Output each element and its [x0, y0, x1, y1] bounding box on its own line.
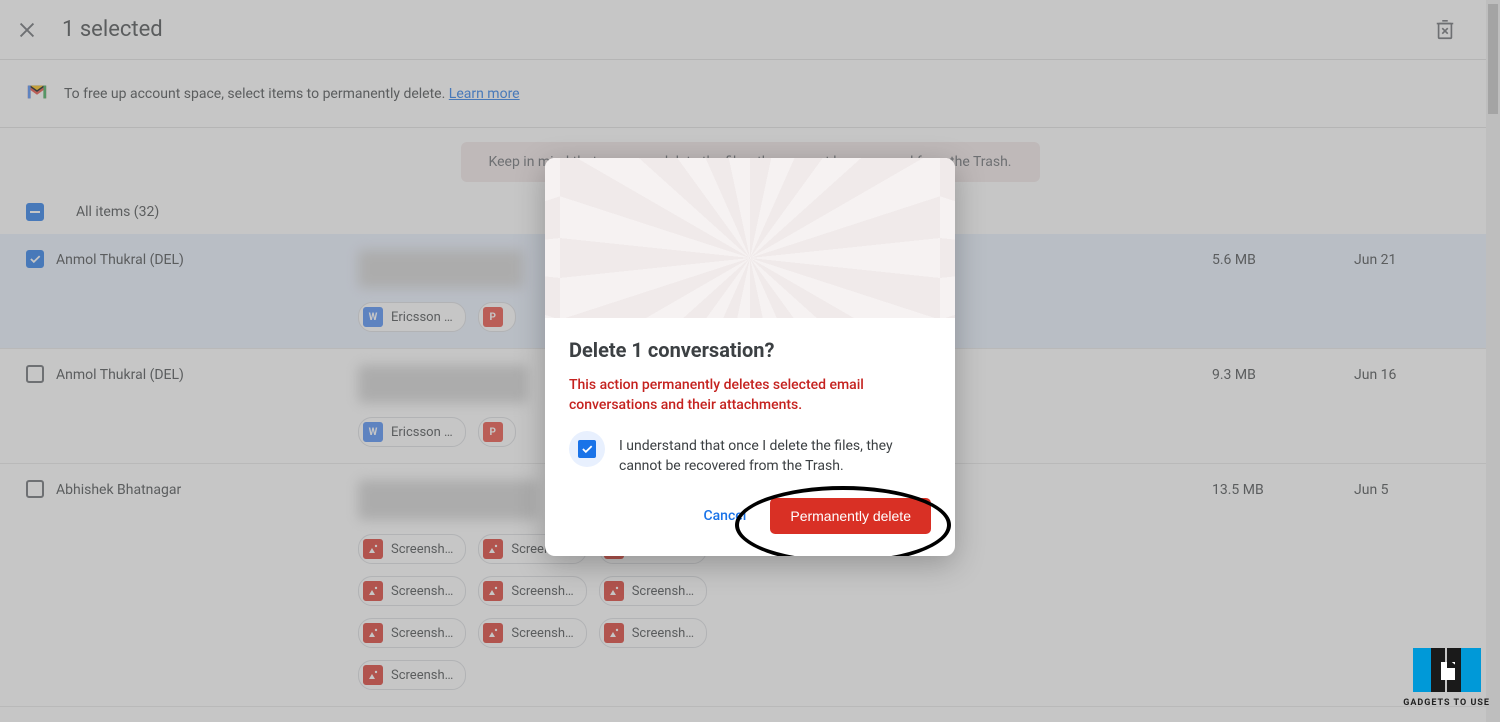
- cancel-button[interactable]: Cancel: [702, 500, 749, 532]
- dialog-illustration: [545, 158, 955, 318]
- modal-overlay: Delete 1 conversation? This action perma…: [0, 0, 1500, 722]
- delete-dialog: Delete 1 conversation? This action perma…: [545, 158, 955, 556]
- watermark-text: GADGETS TO USE: [1403, 698, 1490, 708]
- permanently-delete-button[interactable]: Permanently delete: [770, 498, 931, 534]
- dialog-title: Delete 1 conversation?: [569, 338, 931, 362]
- ack-text: I understand that once I delete the file…: [619, 431, 931, 476]
- dialog-warning: This action permanently deletes selected…: [569, 376, 931, 415]
- ack-checkbox[interactable]: [578, 440, 596, 458]
- watermark: GADGETS TO USE: [1403, 644, 1490, 708]
